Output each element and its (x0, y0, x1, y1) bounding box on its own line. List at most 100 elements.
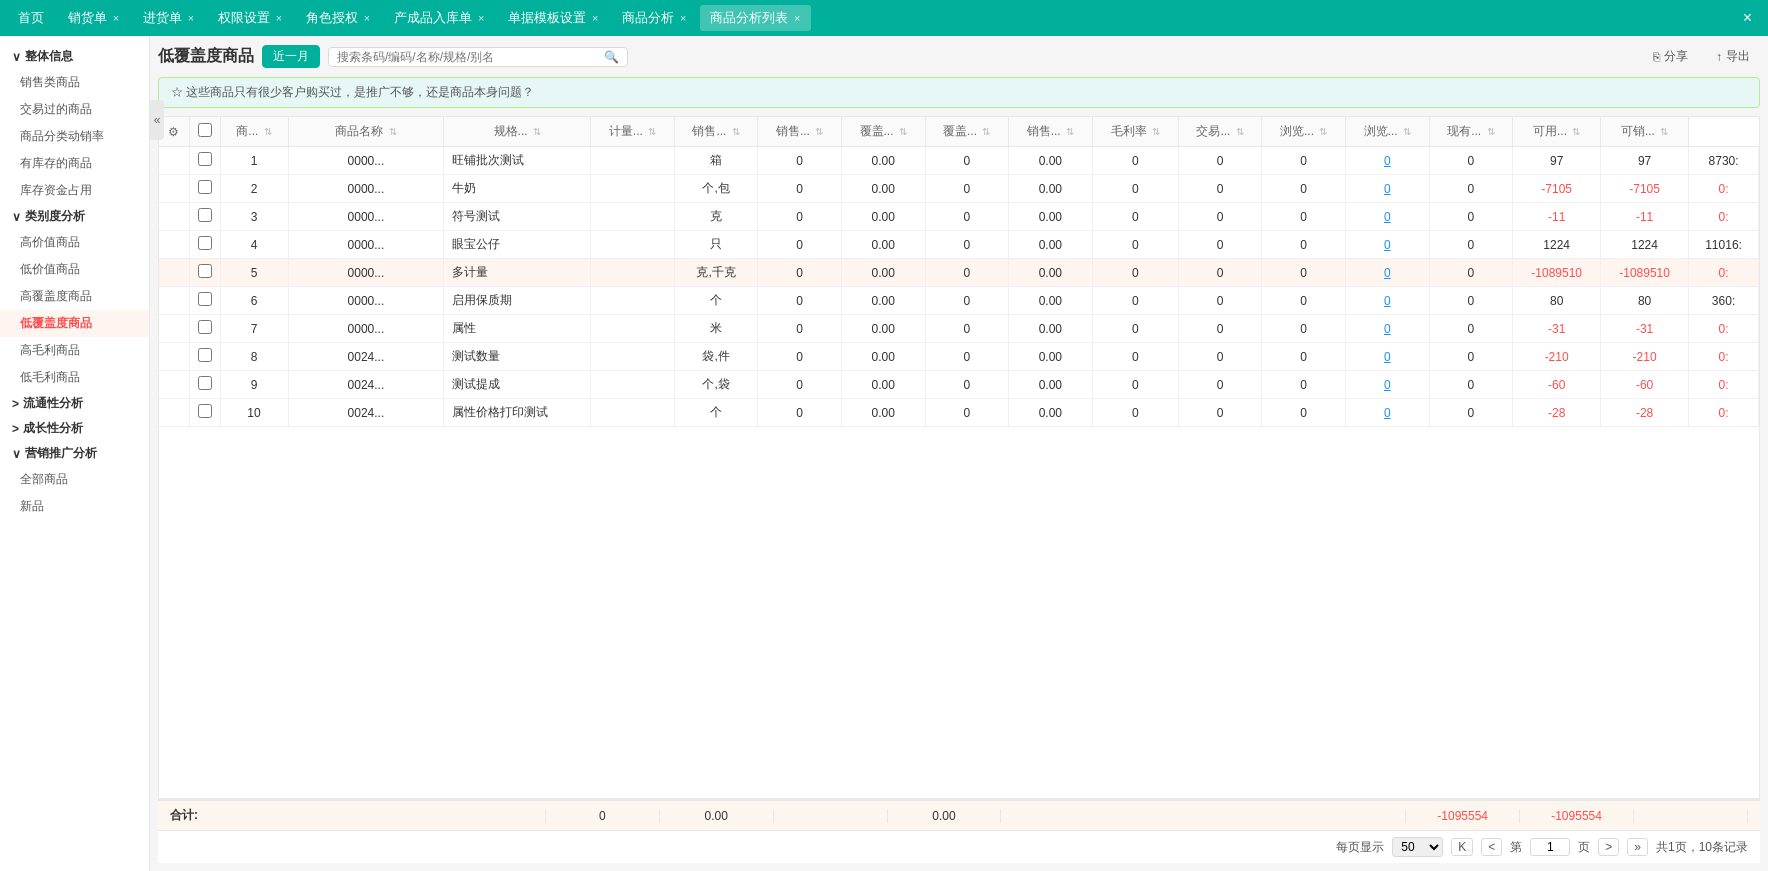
sidebar-section-growth[interactable]: > 成长性分析 (0, 416, 149, 441)
col-coverage2[interactable]: 覆盖... ⇅ (925, 117, 1009, 147)
search-icon[interactable]: 🔍 (604, 50, 619, 64)
row-settings[interactable] (159, 287, 189, 315)
data-table-container[interactable]: ⚙ 商... ⇅ 商品名称 ⇅ 规格... ⇅ 计量... ⇅ 销售... ⇅ … (158, 116, 1760, 799)
sidebar-section-category[interactable]: ∨ 类别度分析 (0, 204, 149, 229)
nav-product-inbound[interactable]: 产成品入库单 × (384, 5, 494, 31)
prev-page-button[interactable]: < (1481, 838, 1502, 856)
nav-close-sales[interactable]: × (113, 12, 119, 24)
col-unit[interactable]: 计量... ⇅ (591, 117, 675, 147)
nav-close-template[interactable]: × (592, 12, 598, 24)
sidebar-section-overall[interactable]: ∨ 整体信息 (0, 44, 149, 69)
select-all-checkbox[interactable] (198, 123, 212, 137)
row-settings[interactable] (159, 203, 189, 231)
row-settings[interactable] (159, 343, 189, 371)
sidebar-item-low-value[interactable]: 低价值商品 (0, 256, 149, 283)
row-settings[interactable] (159, 399, 189, 427)
col-browse2[interactable]: 浏览... ⇅ (1346, 117, 1430, 147)
page-number-input[interactable] (1530, 838, 1570, 856)
row-settings[interactable] (159, 315, 189, 343)
row-select-checkbox[interactable] (198, 320, 212, 334)
row-browse1[interactable]: 0 (1346, 259, 1430, 287)
sidebar-item-all-goods[interactable]: 全部商品 (0, 466, 149, 493)
row-settings[interactable] (159, 147, 189, 175)
first-page-button[interactable]: K (1451, 838, 1473, 856)
row-browse1[interactable]: 0 (1346, 315, 1430, 343)
sidebar-item-category-rate[interactable]: 商品分类动销率 (0, 123, 149, 150)
col-spec[interactable]: 规格... ⇅ (444, 117, 591, 147)
row-browse1[interactable]: 0 (1346, 203, 1430, 231)
row-browse1[interactable]: 0 (1346, 147, 1430, 175)
row-select-checkbox[interactable] (198, 236, 212, 250)
sidebar-item-high-coverage[interactable]: 高覆盖度商品 (0, 283, 149, 310)
sidebar-item-in-stock[interactable]: 有库存的商品 (0, 150, 149, 177)
row-browse1[interactable]: 0 (1346, 231, 1430, 259)
row-select-checkbox[interactable] (198, 348, 212, 362)
col-sales-qty[interactable]: 销售... ⇅ (674, 117, 758, 147)
row-settings[interactable] (159, 371, 189, 399)
row-browse1[interactable]: 0 (1346, 343, 1430, 371)
nav-sales-order[interactable]: 销货单 × (58, 5, 129, 31)
row-settings[interactable] (159, 231, 189, 259)
row-settings[interactable] (159, 175, 189, 203)
row-select-checkbox[interactable] (198, 152, 212, 166)
nav-home[interactable]: 首页 (8, 5, 54, 31)
nav-role-auth[interactable]: 角色授权 × (296, 5, 380, 31)
row-available-stock: 97 (1601, 147, 1689, 175)
col-coverage1[interactable]: 覆盖... ⇅ (841, 117, 925, 147)
col-sales-amount[interactable]: 销售... ⇅ (758, 117, 842, 147)
row-browse1[interactable]: 0 (1346, 287, 1430, 315)
last-page-button[interactable]: » (1627, 838, 1648, 856)
nav-close-inbound[interactable]: × (478, 12, 484, 24)
col-saleable[interactable]: 可销... ⇅ (1601, 117, 1689, 147)
per-page-select[interactable]: 50 100 200 (1392, 837, 1443, 857)
next-page-button[interactable]: > (1598, 838, 1619, 856)
nav-close-permission[interactable]: × (276, 12, 282, 24)
nav-close-role[interactable]: × (364, 12, 370, 24)
sidebar-item-new-goods[interactable]: 新品 (0, 493, 149, 520)
sidebar-item-capital[interactable]: 库存资金占用 (0, 177, 149, 204)
window-close-button[interactable]: × (1735, 9, 1760, 27)
row-browse1[interactable]: 0 (1346, 371, 1430, 399)
row-select-checkbox[interactable] (198, 292, 212, 306)
row-settings[interactable] (159, 259, 189, 287)
col-available-stock[interactable]: 可用... ⇅ (1513, 117, 1601, 147)
nav-close-analysis[interactable]: × (680, 12, 686, 24)
footer-current-stock: -1095554 (1406, 809, 1520, 823)
share-button[interactable]: ⎘ 分享 (1643, 44, 1698, 69)
nav-purchase-order[interactable]: 进货单 × (133, 5, 204, 31)
sidebar-section-circulation[interactable]: > 流通性分析 (0, 391, 149, 416)
search-input[interactable] (337, 50, 604, 64)
sidebar-item-high-margin[interactable]: 高毛利商品 (0, 337, 149, 364)
nav-close-purchase[interactable]: × (188, 12, 194, 24)
section-arrow-category: ∨ (12, 210, 21, 224)
row-current-stock: -11 (1513, 203, 1601, 231)
nav-product-analysis[interactable]: 商品分析 × (612, 5, 696, 31)
nav-permission[interactable]: 权限设置 × (208, 5, 292, 31)
col-current-stock[interactable]: 现有... ⇅ (1429, 117, 1513, 147)
sidebar-item-traded-goods[interactable]: 交易过的商品 (0, 96, 149, 123)
row-select-checkbox[interactable] (198, 208, 212, 222)
export-button[interactable]: ↑ 导出 (1706, 44, 1760, 69)
row-select-checkbox[interactable] (198, 376, 212, 390)
row-select-checkbox[interactable] (198, 264, 212, 278)
nav-template-settings[interactable]: 单据模板设置 × (498, 5, 608, 31)
sidebar-item-sales-goods[interactable]: 销售类商品 (0, 69, 149, 96)
row-browse1[interactable]: 0 (1346, 175, 1430, 203)
col-browse1[interactable]: 浏览... ⇅ (1262, 117, 1346, 147)
row-select-checkbox[interactable] (198, 404, 212, 418)
nav-product-analysis-list[interactable]: 商品分析列表 × (700, 5, 810, 31)
nav-close-analysis-list[interactable]: × (794, 12, 800, 24)
sidebar-item-low-margin[interactable]: 低毛利商品 (0, 364, 149, 391)
col-name[interactable]: 商品名称 ⇅ (288, 117, 444, 147)
date-filter-recent-month[interactable]: 近一月 (262, 45, 320, 68)
col-sales3[interactable]: 销售... ⇅ (1009, 117, 1093, 147)
sidebar-collapse-button[interactable]: « (150, 100, 164, 140)
sidebar-section-marketing[interactable]: ∨ 营销推广分析 (0, 441, 149, 466)
sidebar-item-low-coverage[interactable]: 低覆盖度商品 (0, 310, 149, 337)
sidebar-item-high-value[interactable]: 高价值商品 (0, 229, 149, 256)
col-transaction[interactable]: 交易... ⇅ (1178, 117, 1262, 147)
col-margin[interactable]: 毛利率 ⇅ (1092, 117, 1178, 147)
row-browse1[interactable]: 0 (1346, 399, 1430, 427)
row-select-checkbox[interactable] (198, 180, 212, 194)
col-code[interactable]: 商... ⇅ (220, 117, 288, 147)
